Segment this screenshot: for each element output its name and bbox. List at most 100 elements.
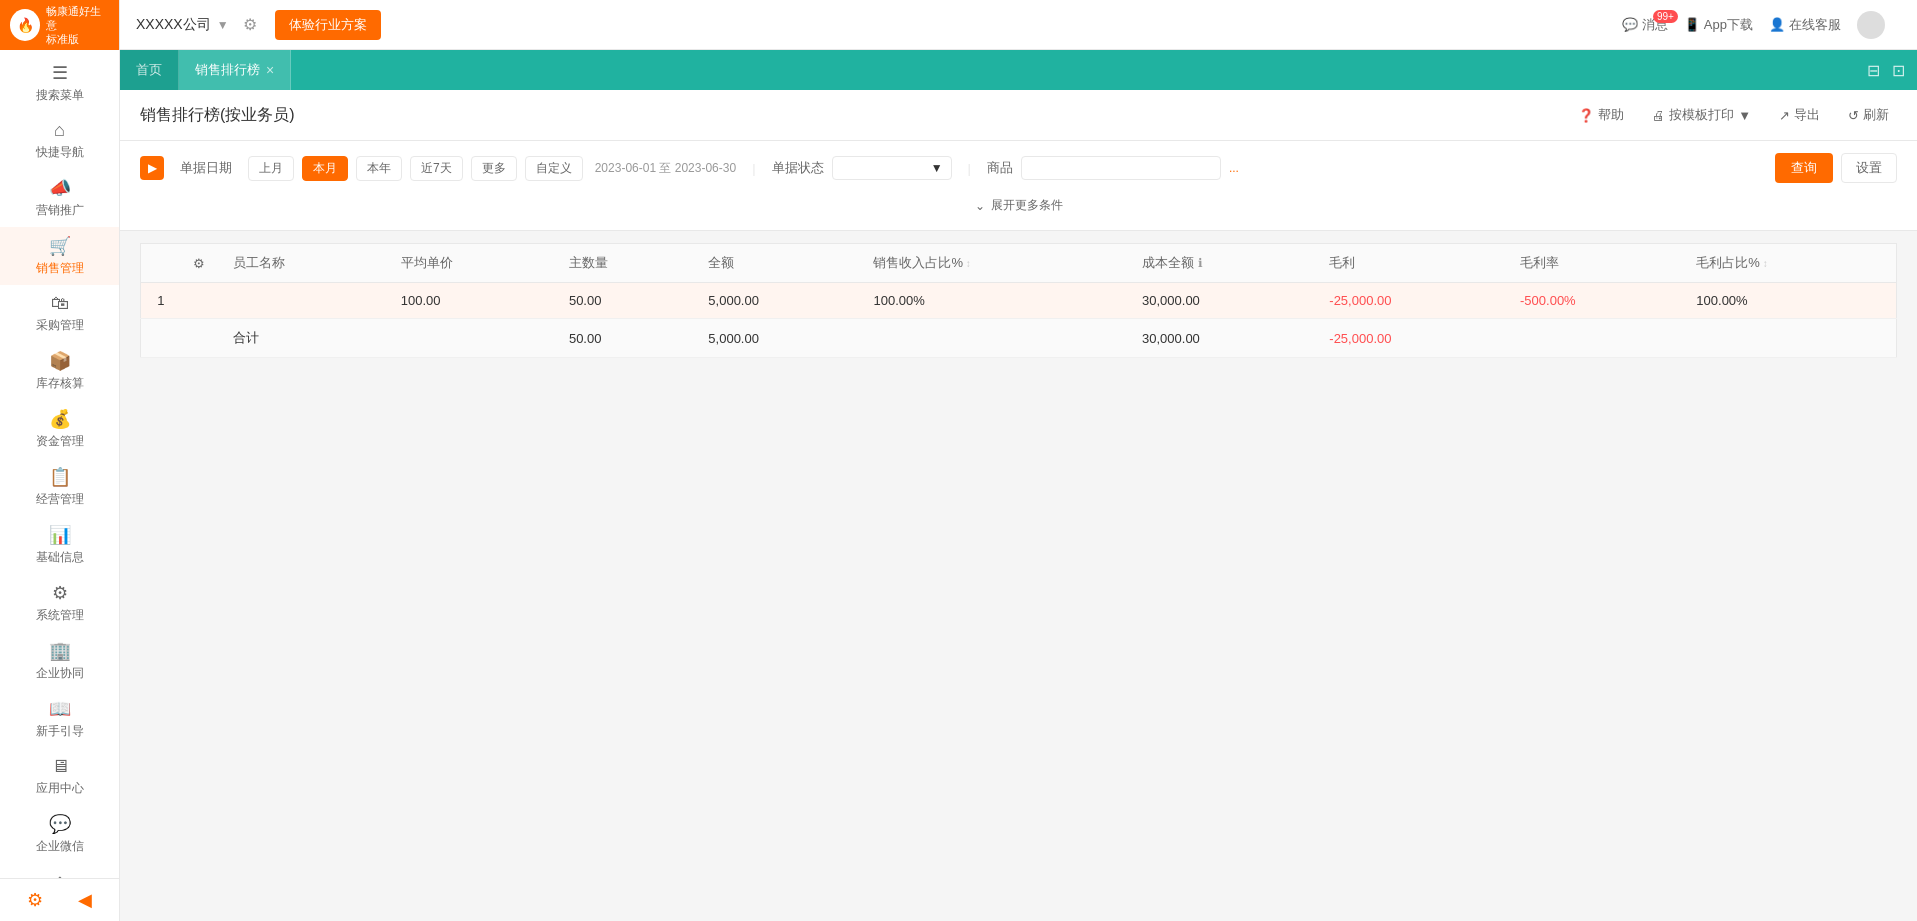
- topbar: XXXXX公司 ▼ ⚙ 体验行业方案 💬 消息 99+ 📱 App下载 👤 在线…: [120, 0, 1917, 50]
- cell-amount-0: 5,000.00: [696, 283, 861, 319]
- enterprise-icon: 🏢: [49, 640, 71, 662]
- date-filter-label: 单据日期: [180, 159, 232, 177]
- filter-area: ▶ 单据日期 上月 本月 本年 近7天 更多 自定义 2023-06-01 至 …: [120, 141, 1917, 231]
- cell-sales-ratio-0: 100.00%: [861, 283, 1130, 319]
- sidebar-item-member[interactable]: ◇畅会员: [0, 863, 119, 878]
- sidebar-label-appstore: 应用中心: [36, 780, 84, 797]
- cell-cost-0: 30,000.00: [1130, 283, 1317, 319]
- tab-home[interactable]: 首页: [120, 50, 179, 90]
- company-selector[interactable]: XXXXX公司 ▼: [136, 16, 229, 34]
- cell-qty-0: 50.00: [557, 283, 696, 319]
- refresh-icon: ↺: [1848, 108, 1859, 123]
- goods-select[interactable]: [1021, 156, 1221, 180]
- sidebar-item-operations[interactable]: 📋经营管理: [0, 458, 119, 516]
- tab-close-icon[interactable]: ×: [266, 62, 274, 78]
- setting-button[interactable]: 设置: [1841, 153, 1897, 183]
- sidebar-item-basic[interactable]: 📊 基础信息: [0, 516, 119, 574]
- settings-col-icon[interactable]: ⚙: [193, 256, 205, 271]
- footer-qty: 50.00: [557, 319, 696, 358]
- finance-icon: 💰: [49, 408, 71, 430]
- th-sales-ratio[interactable]: 销售收入占比%: [861, 244, 1130, 283]
- sidebar-collapse-icon[interactable]: ◀: [78, 889, 92, 911]
- sidebar: 🔥 畅康通好生意 标准版 ☰搜索菜单⌂快捷导航📣营销推广🛒销售管理🛍采购管理📦库…: [0, 0, 120, 921]
- filter-row-1: ▶ 单据日期 上月 本月 本年 近7天 更多 自定义 2023-06-01 至 …: [140, 153, 1897, 183]
- print-button[interactable]: 🖨 按模板打印 ▼: [1644, 102, 1759, 128]
- sidebar-item-sales[interactable]: 🛒销售管理: [0, 227, 119, 285]
- date-last-month-btn[interactable]: 上月: [248, 156, 294, 181]
- expand-icon: ⌄: [975, 199, 985, 213]
- tabbar-right: ⊟ ⊡: [1855, 50, 1917, 90]
- date-custom-btn[interactable]: 自定义: [525, 156, 583, 181]
- help-button[interactable]: ❓ 帮助: [1570, 102, 1632, 128]
- logo-text: 畅康通好生意 标准版: [46, 4, 109, 47]
- goods-more-btn[interactable]: ...: [1229, 161, 1239, 175]
- sidebar-item-system[interactable]: ⚙ 系统管理: [0, 574, 119, 632]
- sidebar-item-finance[interactable]: 💰资金管理: [0, 400, 119, 458]
- trial-button[interactable]: 体验行业方案: [275, 10, 381, 40]
- member-icon: ◇: [53, 871, 67, 878]
- th-rank: [141, 244, 181, 283]
- th-gross-ratio[interactable]: 毛利占比%: [1684, 244, 1896, 283]
- sidebar-item-enterprise[interactable]: 🏢企业协同: [0, 632, 119, 690]
- sidebar-item-wechat[interactable]: 💬企业微信: [0, 805, 119, 863]
- footer-gross: -25,000.00: [1317, 319, 1508, 358]
- print-dropdown-icon: ▼: [1738, 108, 1751, 123]
- th-employee: 员工名称: [221, 244, 389, 283]
- message-btn[interactable]: 💬 消息 99+: [1622, 16, 1668, 34]
- sidebar-label-system: 系统管理: [36, 607, 84, 624]
- footer-cost: 30,000.00: [1130, 319, 1317, 358]
- sidebar-item-marketing[interactable]: 📣营销推广: [0, 169, 119, 227]
- refresh-button[interactable]: ↺ 刷新: [1840, 102, 1897, 128]
- table-container: ⚙ 员工名称 平均单价 主数量 全额 销售收入占比% 成本全额 ℹ 毛利 毛利率…: [120, 231, 1917, 921]
- sidebar-item-purchase[interactable]: 🛍采购管理: [0, 285, 119, 342]
- sidebar-label-guide: 新手引导: [36, 723, 84, 740]
- sidebar-settings-icon[interactable]: ⚙: [27, 889, 43, 911]
- topbar-gear-icon[interactable]: ⚙: [243, 15, 257, 34]
- th-gross: 毛利: [1317, 244, 1508, 283]
- content-area: 销售排行榜(按业务员) ❓ 帮助 🖨 按模板打印 ▼ ↗ 导出 ↺ 刷新: [120, 90, 1917, 921]
- sidebar-label-purchase: 采购管理: [36, 317, 84, 334]
- cell-avg-price-0: 100.00: [389, 283, 557, 319]
- sidebar-item-quick-nav[interactable]: ⌂快捷导航: [0, 112, 119, 169]
- page-actions: ❓ 帮助 🖨 按模板打印 ▼ ↗ 导出 ↺ 刷新: [1570, 102, 1897, 128]
- query-button[interactable]: 查询: [1775, 153, 1833, 183]
- tab-maximize-icon[interactable]: ⊡: [1892, 61, 1905, 80]
- date-this-month-btn[interactable]: 本月: [302, 156, 348, 181]
- cell-rank-0: 1: [141, 283, 181, 319]
- sidebar-label-basic: 基础信息: [36, 549, 84, 566]
- sidebar-item-appstore[interactable]: 🖥应用中心: [0, 748, 119, 805]
- status-select[interactable]: ▼: [832, 156, 952, 180]
- filter-collapse-button[interactable]: ▶: [140, 156, 164, 180]
- status-filter-group: 单据状态 ▼: [772, 156, 952, 180]
- th-cost: 成本全额 ℹ: [1130, 244, 1317, 283]
- th-avg-price: 平均单价: [389, 244, 557, 283]
- wechat-icon: 💬: [49, 813, 71, 835]
- system-icon: ⚙: [52, 582, 68, 604]
- sidebar-item-guide[interactable]: 📖新手引导: [0, 690, 119, 748]
- cost-info-icon[interactable]: ℹ: [1198, 256, 1203, 270]
- tab-sales-ranking[interactable]: 销售排行榜 ×: [179, 50, 291, 90]
- topbar-right: 💬 消息 99+ 📱 App下载 👤 在线客服: [1622, 11, 1901, 39]
- sidebar-nav: ☰搜索菜单⌂快捷导航📣营销推广🛒销售管理🛍采购管理📦库存核算💰资金管理📋经营管理…: [0, 50, 119, 878]
- th-icon: ⚙: [181, 244, 221, 283]
- page-header: 销售排行榜(按业务员) ❓ 帮助 🖨 按模板打印 ▼ ↗ 导出 ↺ 刷新: [120, 90, 1917, 141]
- sidebar-item-inventory[interactable]: 📦库存核算: [0, 342, 119, 400]
- date-more-btn[interactable]: 更多: [471, 156, 517, 181]
- date-filter-group: 上月 本月 本年 近7天 更多 自定义 2023-06-01 至 2023-06…: [248, 156, 736, 181]
- app-download-btn[interactable]: 📱 App下载: [1684, 16, 1753, 34]
- tab-minimize-icon[interactable]: ⊟: [1867, 61, 1880, 80]
- app-icon: 📱: [1684, 17, 1700, 32]
- quick-nav-icon: ⌂: [54, 120, 65, 141]
- home-tab-label: 首页: [136, 61, 162, 79]
- marketing-icon: 📣: [49, 177, 71, 199]
- goods-filter-label: 商品: [987, 159, 1013, 177]
- sidebar-item-search[interactable]: ☰搜索菜单: [0, 54, 119, 112]
- basic-icon: 📊: [49, 524, 71, 546]
- date-last-7-days-btn[interactable]: 近7天: [410, 156, 463, 181]
- expand-more-button[interactable]: ⌄ 展开更多条件: [140, 193, 1897, 218]
- online-service-btn[interactable]: 👤 在线客服: [1769, 16, 1841, 34]
- date-this-year-btn[interactable]: 本年: [356, 156, 402, 181]
- user-avatar[interactable]: [1857, 11, 1885, 39]
- cell-gross-rate-0: -500.00%: [1508, 283, 1684, 319]
- export-button[interactable]: ↗ 导出: [1771, 102, 1828, 128]
